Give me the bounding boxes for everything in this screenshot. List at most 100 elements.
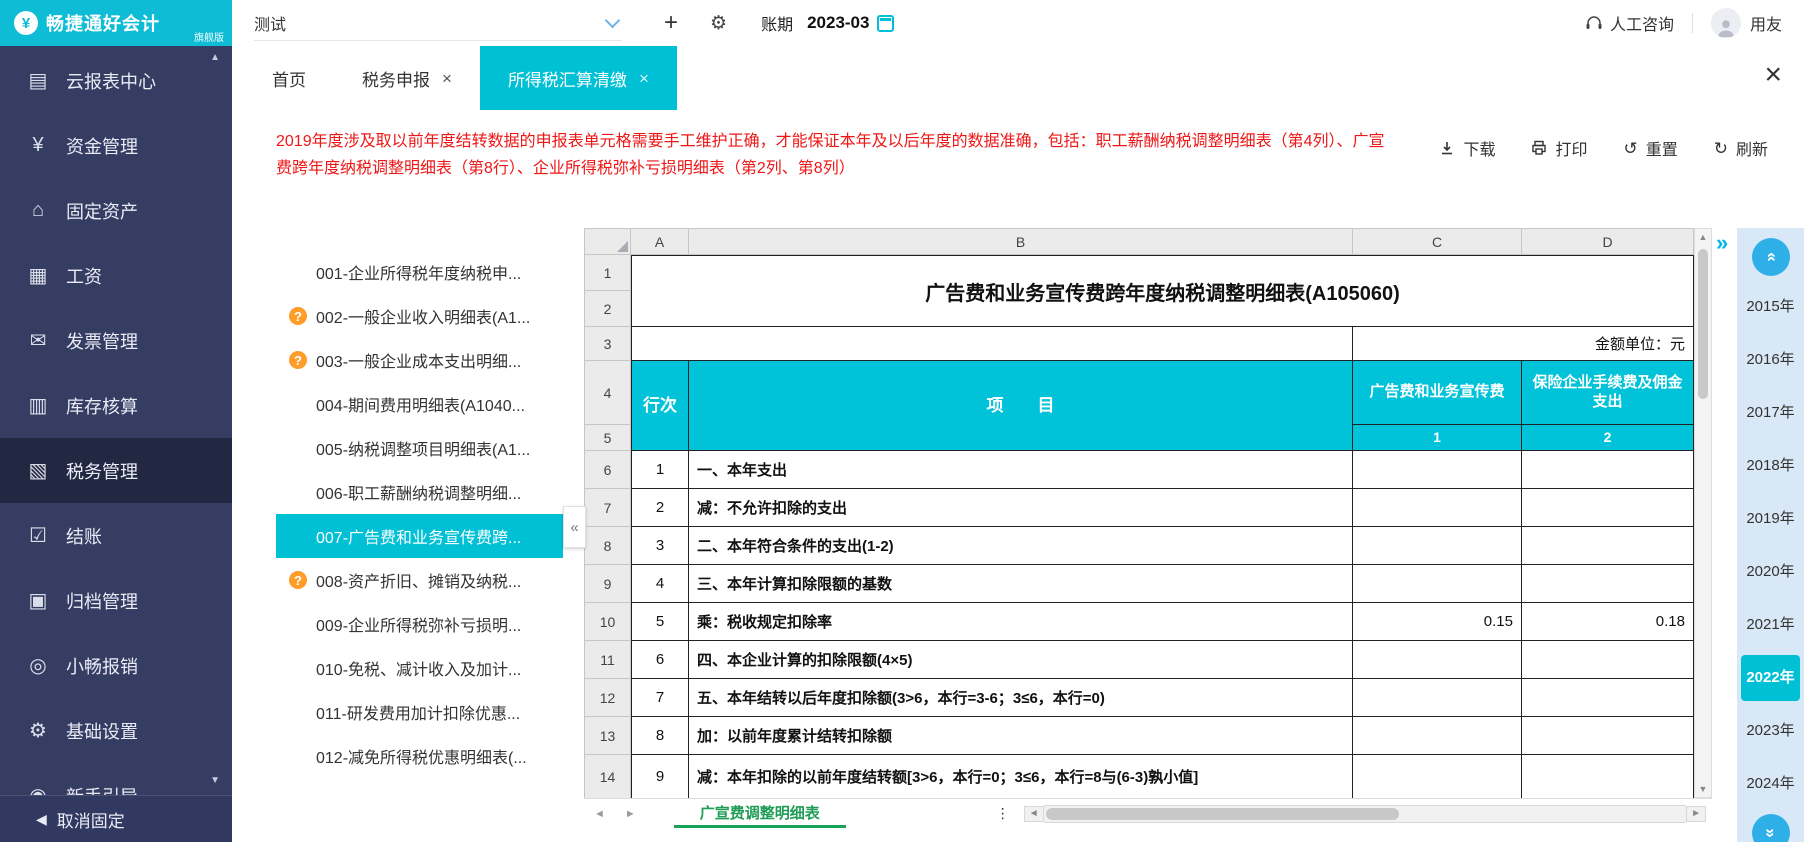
- line-number-cell[interactable]: 2: [631, 489, 689, 527]
- report-list-item[interactable]: 009-企业所得税弥补亏损明...: [276, 602, 563, 646]
- sidebar-item-inventory[interactable]: ▥ 库存核算: [0, 373, 232, 438]
- select-all-corner[interactable]: [585, 229, 631, 255]
- item-cell[interactable]: 二、本年符合条件的支出(1-2): [689, 527, 1353, 565]
- horizontal-scrollbar-thumb[interactable]: [1045, 807, 1400, 820]
- sidebar-item-funds[interactable]: ¥ 资金管理: [0, 113, 232, 178]
- line-number-cell[interactable]: 7: [631, 679, 689, 717]
- value-cell[interactable]: [1353, 755, 1522, 798]
- line-number-cell[interactable]: 6: [631, 641, 689, 679]
- vertical-scrollbar-thumb[interactable]: [1698, 249, 1708, 399]
- item-cell[interactable]: 减：不允许扣除的支出: [689, 489, 1353, 527]
- item-cell[interactable]: 减：本年扣除的以前年度结转额[3>6，本行=0；3≤6，本行=8与(6-3)孰小…: [689, 755, 1353, 798]
- sheet-nav-left-icon[interactable]: ◄: [584, 808, 615, 820]
- refresh-button[interactable]: ↻ 刷新: [1714, 136, 1768, 160]
- drag-handle-icon[interactable]: ⋮: [996, 805, 1010, 822]
- row-number-cell[interactable]: 8: [585, 527, 631, 565]
- report-list-item[interactable]: 004-期间费用明细表(A1040...: [276, 382, 563, 426]
- row-number-cell[interactable]: 2: [585, 291, 631, 327]
- sidebar-scroll-down-icon[interactable]: ▼: [210, 775, 220, 786]
- item-cell[interactable]: 乘：税收规定扣除率: [689, 603, 1353, 641]
- horizontal-scrollbar[interactable]: ◄ ►: [1023, 804, 1706, 823]
- sidebar-item-tax[interactable]: ▧ 税务管理: [0, 438, 232, 503]
- sidebar-item-fixed-assets[interactable]: ⌂ 固定资产: [0, 178, 232, 243]
- value-cell[interactable]: [1353, 641, 1522, 679]
- row-number-cell[interactable]: 14: [585, 755, 631, 798]
- sidebar-item-basic-settings[interactable]: ⚙ 基础设置: [0, 698, 232, 763]
- value-cell[interactable]: [1353, 527, 1522, 565]
- avatar[interactable]: [1710, 8, 1741, 38]
- report-list-item[interactable]: 005-纳税调整项目明细表(A1...: [276, 426, 563, 470]
- sidebar-item-invoices[interactable]: ✉ 发票管理: [0, 308, 232, 373]
- report-list-item[interactable]: 010-免税、减计收入及加计...: [276, 646, 563, 690]
- value-cell[interactable]: [1353, 565, 1522, 603]
- horizontal-scrollbar-track[interactable]: [1043, 804, 1687, 823]
- scroll-right-icon[interactable]: ►: [1686, 805, 1706, 822]
- report-list-item[interactable]: ? 008-资产折旧、摊销及纳税...: [276, 558, 563, 602]
- report-list-item[interactable]: 006-职工薪酬纳税调整明细...: [276, 470, 563, 514]
- tab-home[interactable]: 首页: [244, 46, 334, 110]
- report-list-item[interactable]: 011-研发费用加计扣除优惠...: [276, 690, 563, 734]
- item-cell[interactable]: 五、本年结转以后年度扣除额(3>6，本行=3-6；3≤6，本行=0): [689, 679, 1353, 717]
- row-number-cell[interactable]: 12: [585, 679, 631, 717]
- column-header[interactable]: D: [1522, 229, 1694, 255]
- year-item-selected[interactable]: 2022年: [1741, 655, 1800, 701]
- report-list-item[interactable]: ? 002-一般企业收入明细表(A1...: [276, 294, 563, 338]
- item-cell[interactable]: 一、本年支出: [689, 451, 1353, 489]
- line-number-cell[interactable]: 4: [631, 565, 689, 603]
- sidebar-item-reimburse[interactable]: ◎ 小畅报销: [0, 633, 232, 698]
- year-item[interactable]: 2017年: [1741, 390, 1800, 436]
- scroll-left-icon[interactable]: ◄: [1023, 805, 1044, 822]
- value-cell[interactable]: [1353, 679, 1522, 717]
- line-number-cell[interactable]: 5: [631, 603, 689, 641]
- empty-cell[interactable]: [631, 327, 1353, 361]
- line-number-cell[interactable]: 3: [631, 527, 689, 565]
- sidebar-item-closing[interactable]: ☑ 结账: [0, 503, 232, 568]
- row-number-cell[interactable]: 9: [585, 565, 631, 603]
- value-cell[interactable]: [1522, 565, 1694, 603]
- column-header[interactable]: B: [689, 229, 1353, 255]
- sheet-nav-right-icon[interactable]: ►: [615, 808, 646, 820]
- row-number-cell[interactable]: 11: [585, 641, 631, 679]
- value-cell[interactable]: [1522, 641, 1694, 679]
- year-item[interactable]: 2018年: [1741, 443, 1800, 489]
- column-header[interactable]: C: [1353, 229, 1522, 255]
- reset-button[interactable]: ↺ 重置: [1623, 136, 1677, 160]
- collapse-panel-handle[interactable]: «: [563, 506, 586, 548]
- value-cell[interactable]: [1353, 489, 1522, 527]
- value-cell[interactable]: [1353, 451, 1522, 489]
- print-button[interactable]: 打印: [1531, 136, 1587, 160]
- line-number-cell[interactable]: 9: [631, 755, 689, 798]
- line-number-cell[interactable]: 1: [631, 451, 689, 489]
- row-number-cell[interactable]: 6: [585, 451, 631, 489]
- value-cell[interactable]: [1522, 679, 1694, 717]
- username[interactable]: 用友: [1750, 11, 1782, 35]
- item-cell[interactable]: 加：以前年度累计结转扣除额: [689, 717, 1353, 755]
- item-cell[interactable]: 四、本企业计算的扣除限额(4×5): [689, 641, 1353, 679]
- year-item[interactable]: 2019年: [1741, 496, 1800, 542]
- year-item[interactable]: 2015年: [1741, 284, 1800, 330]
- report-list-item[interactable]: 001-企业所得税年度纳税申...: [276, 250, 563, 294]
- year-item[interactable]: 2020年: [1741, 549, 1800, 595]
- title-cell[interactable]: 广告费和业务宣传费跨年度纳税调整明细表(A105060): [631, 255, 1694, 327]
- row-number-cell[interactable]: 4: [585, 361, 631, 425]
- value-cell[interactable]: 0.18: [1522, 603, 1694, 641]
- value-cell[interactable]: [1522, 527, 1694, 565]
- year-item[interactable]: 2021年: [1741, 602, 1800, 648]
- download-button[interactable]: 下载: [1439, 136, 1495, 160]
- unit-cell[interactable]: 金额单位：元: [1353, 327, 1694, 361]
- year-item[interactable]: 2016年: [1741, 337, 1800, 383]
- row-number-cell[interactable]: 13: [585, 717, 631, 755]
- report-list-item-selected[interactable]: 007-广告费和业务宣传费跨...: [276, 514, 563, 558]
- tab-tax-filing[interactable]: 税务申报 ×: [334, 46, 480, 110]
- sidebar-item-archive[interactable]: ▣ 归档管理: [0, 568, 232, 633]
- year-scroll-down-button[interactable]: »: [1751, 814, 1790, 842]
- settings-gear-icon[interactable]: ⚙: [710, 14, 727, 33]
- unpin-sidebar-button[interactable]: ◀ 取消固定: [0, 795, 232, 842]
- expand-panel-icon[interactable]: »: [1716, 230, 1728, 256]
- vertical-scrollbar[interactable]: ▲ ▼: [1694, 228, 1712, 798]
- year-scroll-up-button[interactable]: »: [1751, 238, 1790, 276]
- sheet-tab[interactable]: 广宣费调整明细表: [673, 799, 846, 828]
- line-number-cell[interactable]: 8: [631, 717, 689, 755]
- value-cell[interactable]: [1522, 755, 1694, 798]
- period-picker[interactable]: 2023-03: [807, 13, 895, 33]
